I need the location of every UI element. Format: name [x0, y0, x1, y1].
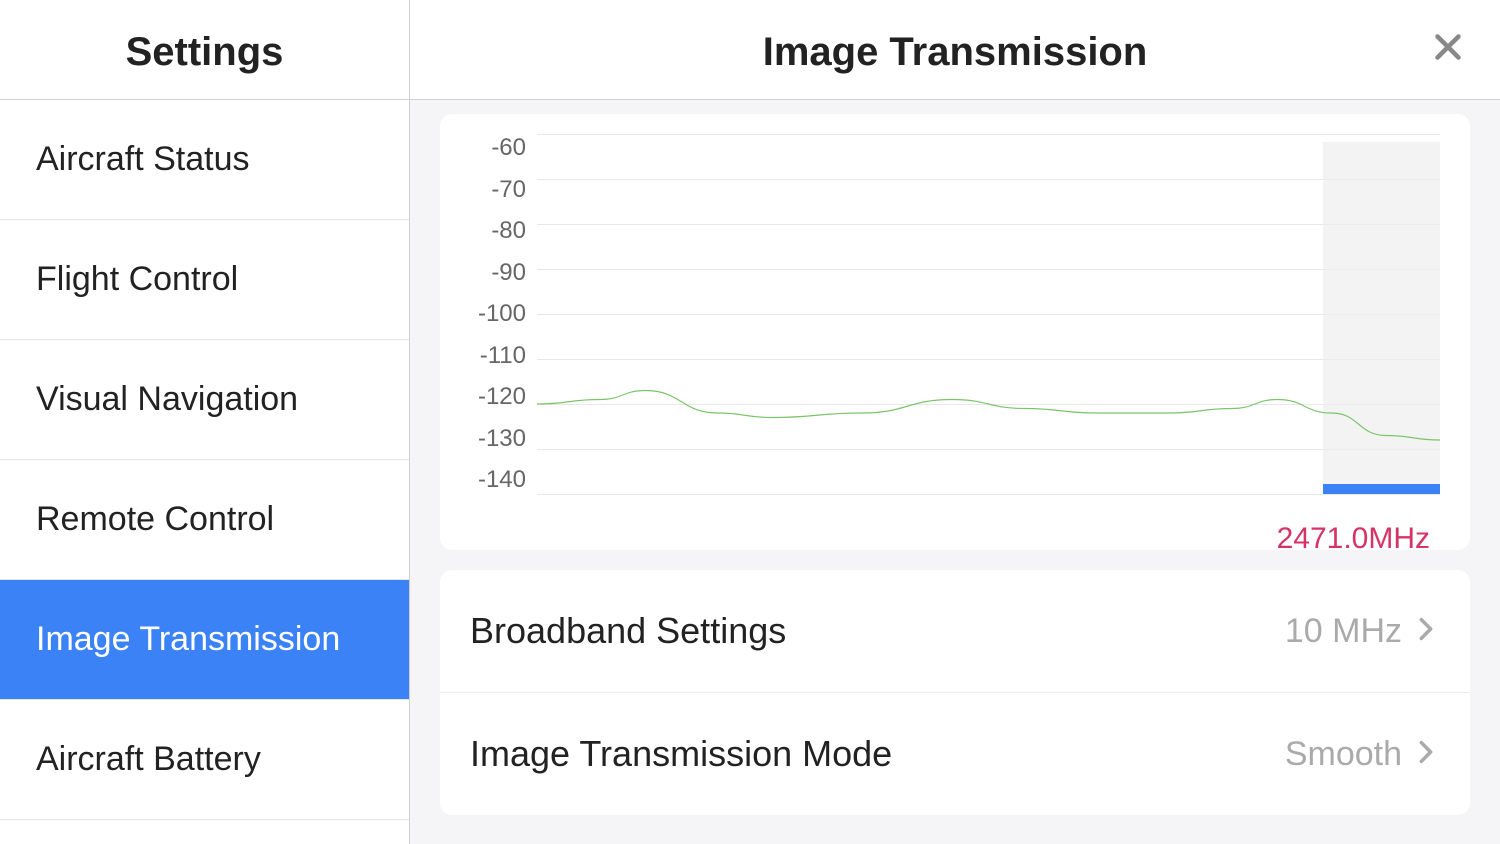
sidebar-item-remote-control[interactable]: Remote Control [0, 460, 409, 580]
setting-value: 10 MHz [1285, 612, 1402, 651]
frequency-label: 2471.0MHz [1277, 522, 1430, 556]
signal-line [537, 134, 1440, 494]
setting-label: Image Transmission Mode [470, 733, 892, 775]
close-icon [1430, 29, 1466, 70]
y-tick: -90 [470, 259, 526, 287]
setting-value-group: Smooth [1285, 735, 1440, 774]
setting-value: Smooth [1285, 735, 1402, 774]
y-tick: -100 [470, 300, 526, 328]
signal-chart-card: -60 -70 -80 -90 -100 -110 -120 -130 -140 [440, 114, 1470, 550]
y-tick: -130 [470, 425, 526, 453]
image-transmission-mode-row[interactable]: Image Transmission Mode Smooth [440, 693, 1470, 815]
sidebar-item-visual-navigation[interactable]: Visual Navigation [0, 340, 409, 460]
page-title: Image Transmission [763, 30, 1148, 75]
sidebar-title: Settings [0, 0, 409, 100]
setting-label: Broadband Settings [470, 610, 786, 652]
chevron-right-icon [1412, 612, 1440, 651]
y-tick: -60 [470, 134, 526, 162]
main-panel: Image Transmission -60 -70 -80 -90 -100 [410, 0, 1500, 844]
y-tick: -140 [470, 466, 526, 494]
sidebar-item-image-transmission[interactable]: Image Transmission [0, 580, 409, 700]
broadband-settings-row[interactable]: Broadband Settings 10 MHz [440, 570, 1470, 693]
main-header: Image Transmission [410, 0, 1500, 100]
frequency-marker [1323, 484, 1440, 494]
sidebar-items: Aircraft Status Flight Control Visual Na… [0, 100, 409, 820]
y-tick: -120 [470, 383, 526, 411]
chevron-right-icon [1412, 735, 1440, 774]
y-tick: -80 [470, 217, 526, 245]
settings-list: Broadband Settings 10 MHz Image Transmis… [440, 570, 1470, 815]
sidebar-item-flight-control[interactable]: Flight Control [0, 220, 409, 340]
sidebar-item-aircraft-battery[interactable]: Aircraft Battery [0, 700, 409, 820]
y-tick: -70 [470, 176, 526, 204]
chart-y-axis: -60 -70 -80 -90 -100 -110 -120 -130 -140 [470, 134, 536, 494]
chart-plot-area [536, 134, 1440, 494]
sidebar-item-aircraft-status[interactable]: Aircraft Status [0, 100, 409, 220]
setting-value-group: 10 MHz [1285, 612, 1440, 651]
sidebar: Settings Aircraft Status Flight Control … [0, 0, 410, 844]
close-button[interactable] [1424, 26, 1472, 74]
signal-chart[interactable]: -60 -70 -80 -90 -100 -110 -120 -130 -140 [470, 134, 1440, 494]
y-tick: -110 [470, 342, 526, 370]
